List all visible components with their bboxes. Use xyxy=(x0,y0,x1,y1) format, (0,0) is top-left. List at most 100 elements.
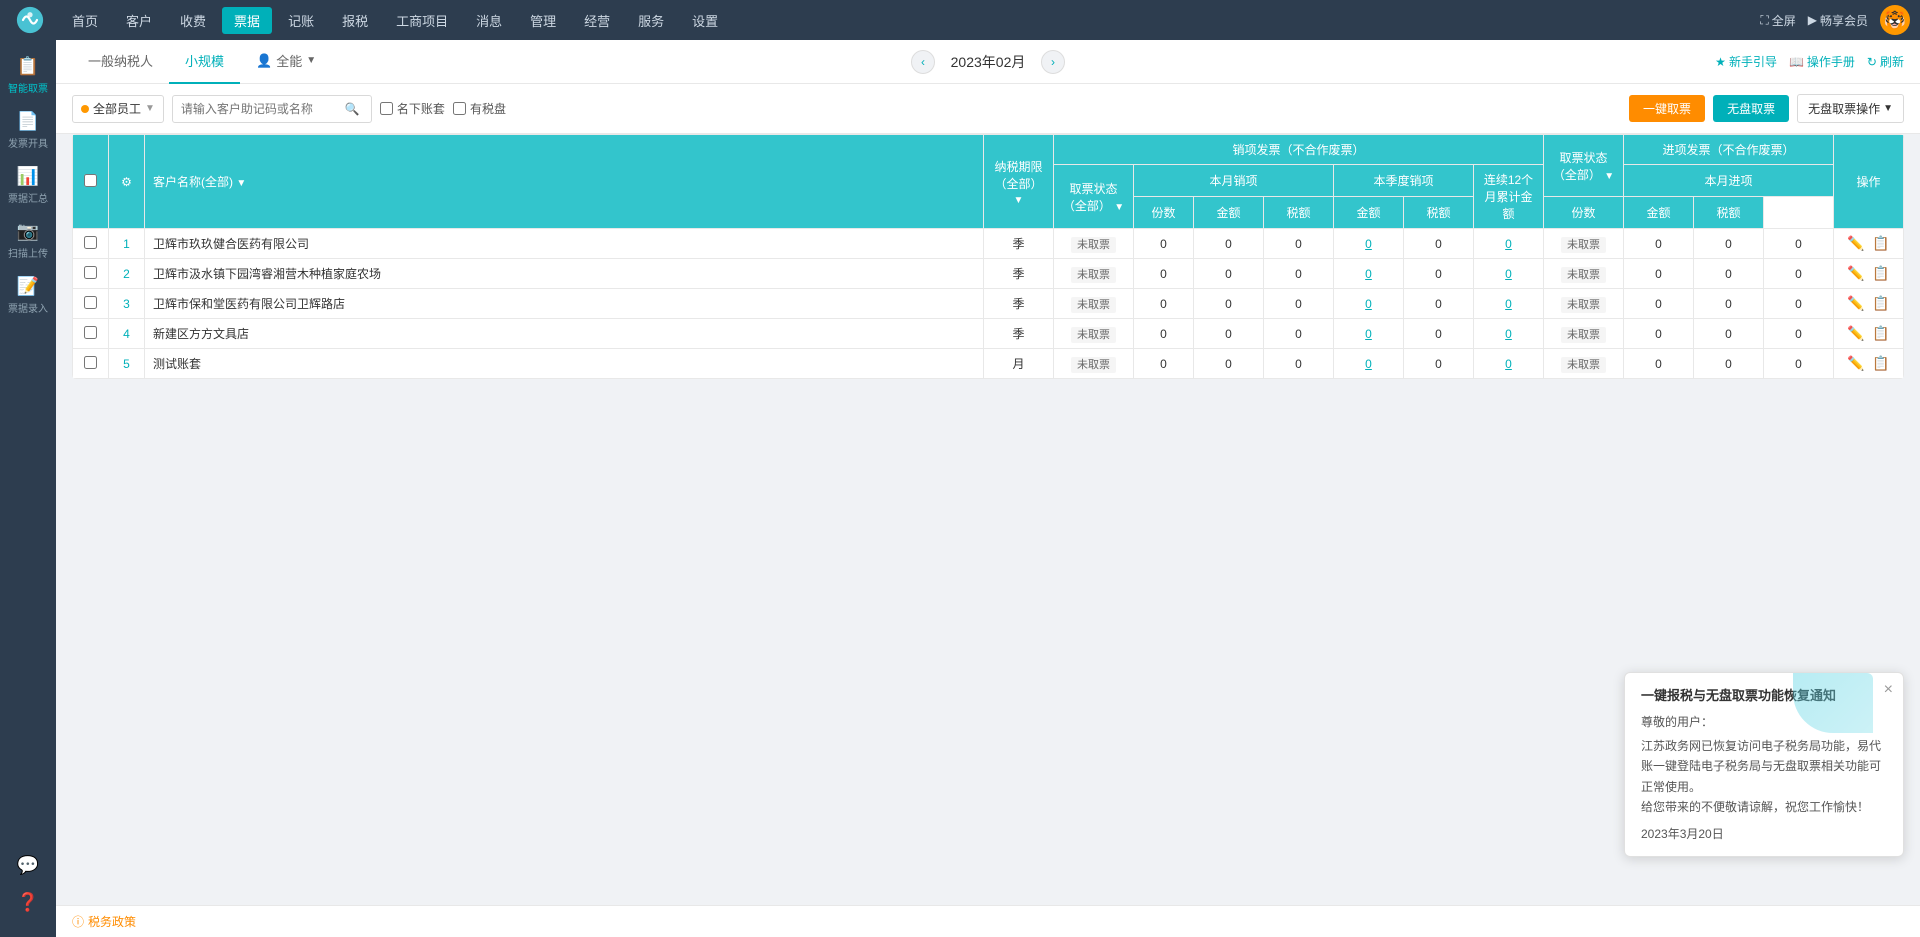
edit-icon-4[interactable]: ✏️ xyxy=(1847,355,1864,371)
row-sales-quarter-amount-2: 0 xyxy=(1334,289,1404,319)
row-input-month-tax-0: 0 xyxy=(1764,229,1834,259)
notification-popup: × 一键报税与无盘取票功能恢复通知 尊敬的用户： 江苏政务网已恢复访问电子税务局… xyxy=(1624,672,1904,857)
open-invoice-icon: 📄 xyxy=(17,111,39,132)
row-period-3: 季 xyxy=(984,319,1054,349)
search-input[interactable] xyxy=(181,102,341,116)
row-name-3[interactable]: 新建区方方文具店 xyxy=(145,319,984,349)
row-input-month-amount-4: 0 xyxy=(1694,349,1764,379)
tab-all[interactable]: 👤 全能 ▼ xyxy=(240,40,332,84)
row-sales-month-count-3: 0 xyxy=(1134,319,1194,349)
nav-settings[interactable]: 设置 xyxy=(680,7,730,34)
user-avatar[interactable]: 🐯 xyxy=(1880,5,1910,35)
row-check-4[interactable] xyxy=(73,349,109,379)
nav-manage[interactable]: 管理 xyxy=(518,7,568,34)
row-sales-quarter-tax-3: 0 xyxy=(1404,319,1474,349)
nav-bookkeeping[interactable]: 记账 xyxy=(276,7,326,34)
edit-icon-3[interactable]: ✏️ xyxy=(1847,325,1864,341)
sidebar-item-scan[interactable]: 📷 扫描上传 xyxy=(0,213,56,268)
edit-icon-2[interactable]: ✏️ xyxy=(1847,295,1864,311)
row-sales-month-tax-0: 0 xyxy=(1264,229,1334,259)
sidebar-item-smart-invoice[interactable]: 📋 智能取票 xyxy=(0,48,56,103)
row-name-0[interactable]: 卫辉市玖玖健合医药有限公司 xyxy=(145,229,984,259)
guide-btn[interactable]: ★ 新手引导 xyxy=(1715,53,1777,70)
row-sales-quarter-amount-1: 0 xyxy=(1334,259,1404,289)
sidebar-item-summary[interactable]: 📊 票据汇总 xyxy=(0,158,56,213)
row-check-0[interactable] xyxy=(73,229,109,259)
nav-home[interactable]: 首页 xyxy=(60,7,110,34)
table-container: ⚙ 客户名称(全部) ▼ 纳税期限（全部） ▼ 销项发票（不合作废票） 取票状态… xyxy=(56,134,1920,395)
row-input-status-4: 未取票 xyxy=(1544,349,1624,379)
row-cumulative-12m-1: 0 xyxy=(1474,259,1544,289)
emp-dot xyxy=(81,105,89,113)
settings-icon[interactable]: ⚙ xyxy=(121,175,132,189)
my-account-checkbox[interactable] xyxy=(380,102,393,115)
row-name-1[interactable]: 卫辉市汲水镇下园湾睿湘营木种植家庭农场 xyxy=(145,259,984,289)
search-icon[interactable]: 🔍 xyxy=(345,102,360,116)
row-check-3[interactable] xyxy=(73,319,109,349)
manual-btn[interactable]: 📖 操作手册 xyxy=(1789,53,1855,70)
row-name-4[interactable]: 测试账套 xyxy=(145,349,984,379)
table-body: 1 卫辉市玖玖健合医药有限公司 季 未取票 0 0 0 0 0 0 未取票 0 … xyxy=(73,229,1904,379)
edit-icon-1[interactable]: ✏️ xyxy=(1847,265,1864,281)
th-settings: ⚙ xyxy=(109,135,145,229)
sidebar-item-chat[interactable]: 💬 xyxy=(0,847,56,884)
row-cumulative-12m-4: 0 xyxy=(1474,349,1544,379)
nav-service[interactable]: 服务 xyxy=(626,7,676,34)
row-check-2[interactable] xyxy=(73,289,109,319)
employee-select[interactable]: 全部员工 ▼ xyxy=(72,95,164,123)
sidebar-item-help[interactable]: ❓ xyxy=(0,884,56,921)
row-sales-month-tax-1: 0 xyxy=(1264,259,1334,289)
nav-fee[interactable]: 收费 xyxy=(168,7,218,34)
next-month-btn[interactable]: › xyxy=(1041,50,1065,74)
row-input-month-amount-0: 0 xyxy=(1694,229,1764,259)
row-action-2: ✏️ 📋 xyxy=(1834,289,1904,319)
nav-operation[interactable]: 经营 xyxy=(572,7,622,34)
tab-small-scale[interactable]: 小规模 xyxy=(169,40,240,84)
tax-policy-btn[interactable]: ⓘ 税务政策 xyxy=(72,913,136,930)
edit-icon-0[interactable]: ✏️ xyxy=(1847,235,1864,251)
view-icon-2[interactable]: 📋 xyxy=(1872,295,1889,311)
row-input-month-tax-3: 0 xyxy=(1764,319,1834,349)
one-click-btn[interactable]: 一键取票 xyxy=(1629,95,1705,122)
view-icon-0[interactable]: 📋 xyxy=(1872,235,1889,251)
filter-icon[interactable]: ▼ xyxy=(236,178,246,189)
refresh-btn[interactable]: ↻ 刷新 xyxy=(1867,53,1904,70)
row-check-1[interactable] xyxy=(73,259,109,289)
logo[interactable] xyxy=(10,0,50,40)
search-box: 🔍 xyxy=(172,95,372,123)
row-input-month-count-4: 0 xyxy=(1624,349,1694,379)
nav-business[interactable]: 工商项目 xyxy=(384,7,460,34)
th-sales-quarter-tax: 税额 xyxy=(1404,197,1474,229)
tab-general-taxpayer[interactable]: 一般纳税人 xyxy=(72,40,169,84)
more-operations-btn[interactable]: 无盘取票操作 ▼ xyxy=(1797,94,1904,123)
th-select xyxy=(73,135,109,229)
th-sales-month-tax: 税额 xyxy=(1264,197,1334,229)
guide-icon: ★ xyxy=(1715,55,1726,69)
fullscreen-btn[interactable]: ⛶ 全屏 xyxy=(1760,12,1795,29)
input-status-filter-icon[interactable]: ▼ xyxy=(1604,171,1614,182)
nav-customer[interactable]: 客户 xyxy=(114,7,164,34)
row-sales-month-count-4: 0 xyxy=(1134,349,1194,379)
sales-status-filter-icon[interactable]: ▼ xyxy=(1114,202,1124,213)
nav-tax[interactable]: 报税 xyxy=(330,7,380,34)
select-all-checkbox[interactable] xyxy=(84,174,97,187)
nav-invoice[interactable]: 票据 xyxy=(222,7,272,34)
has-disk-label[interactable]: 有税盘 xyxy=(453,100,506,117)
prev-month-btn[interactable]: ‹ xyxy=(911,50,935,74)
sidebar-item-open-invoice[interactable]: 📄 发票开具 xyxy=(0,103,56,158)
emp-chevron-icon: ▼ xyxy=(145,103,155,114)
period-filter-icon[interactable]: ▼ xyxy=(1014,195,1024,206)
no-disk-btn[interactable]: 无盘取票 xyxy=(1713,95,1789,122)
has-disk-checkbox[interactable] xyxy=(453,102,466,115)
view-icon-3[interactable]: 📋 xyxy=(1872,325,1889,341)
nav-message[interactable]: 消息 xyxy=(464,7,514,34)
view-icon-4[interactable]: 📋 xyxy=(1872,355,1889,371)
sidebar-item-entry[interactable]: 📝 票据录入 xyxy=(0,268,56,323)
my-account-label[interactable]: 名下账套 xyxy=(380,100,445,117)
view-icon-1[interactable]: 📋 xyxy=(1872,265,1889,281)
row-input-status-0: 未取票 xyxy=(1544,229,1624,259)
row-name-2[interactable]: 卫辉市保和堂医药有限公司卫辉路店 xyxy=(145,289,984,319)
row-sales-month-count-0: 0 xyxy=(1134,229,1194,259)
notification-close-btn[interactable]: × xyxy=(1884,681,1893,699)
member-btn[interactable]: ▶ 畅享会员 xyxy=(1808,12,1868,29)
